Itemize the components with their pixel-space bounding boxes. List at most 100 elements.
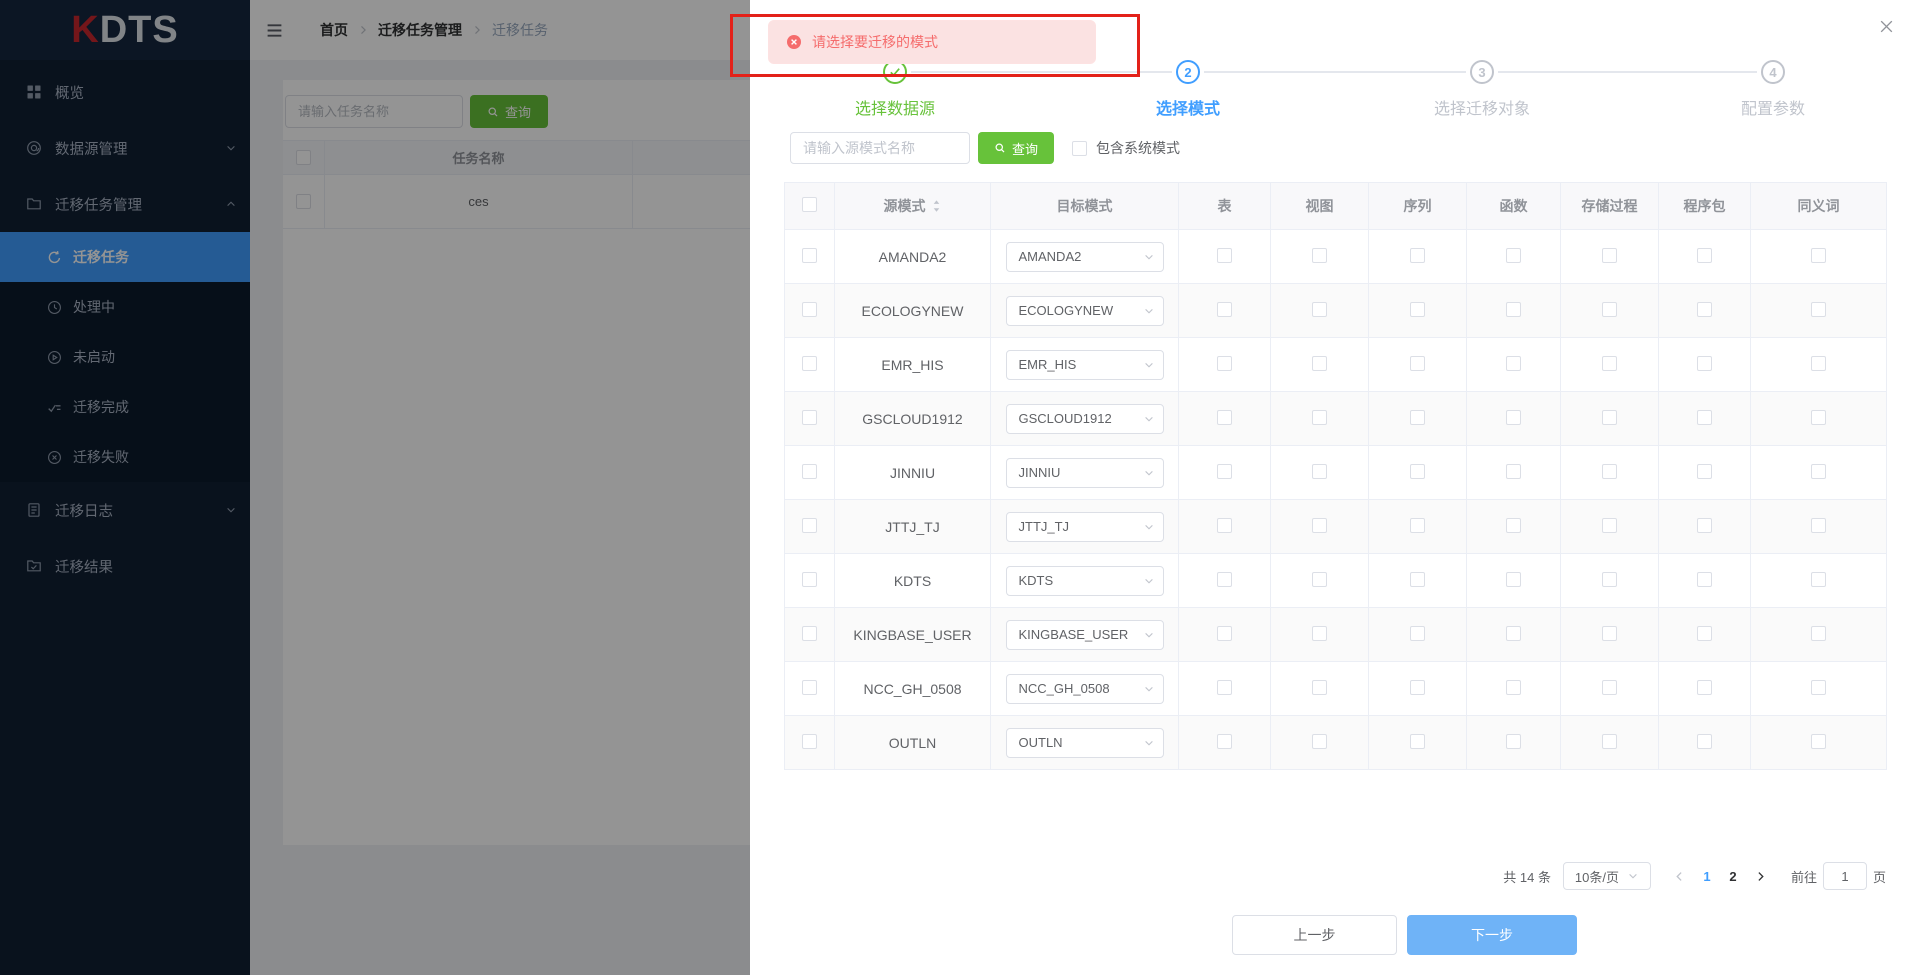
object-type-checkbox[interactable] xyxy=(1602,679,1617,695)
object-type-checkbox[interactable] xyxy=(1811,463,1826,479)
object-type-checkbox[interactable] xyxy=(1811,355,1826,371)
schema-col-header[interactable]: 源模式 xyxy=(834,182,991,230)
object-type-checkbox[interactable] xyxy=(1217,571,1232,587)
object-type-checkbox[interactable] xyxy=(1217,733,1232,749)
object-type-checkbox[interactable] xyxy=(1602,463,1617,479)
object-type-checkbox[interactable] xyxy=(1506,517,1521,533)
object-type-checkbox[interactable] xyxy=(1697,409,1712,425)
target-schema-select[interactable]: ECOLOGYNEW xyxy=(1005,295,1164,326)
object-type-checkbox[interactable] xyxy=(1506,733,1521,749)
object-type-checkbox[interactable] xyxy=(1602,625,1617,641)
object-type-checkbox[interactable] xyxy=(1811,301,1826,317)
object-type-checkbox[interactable] xyxy=(1312,625,1327,641)
target-schema-select[interactable]: AMANDA2 xyxy=(1005,241,1164,272)
schema-row-checkbox[interactable] xyxy=(802,355,817,371)
target-schema-select[interactable]: JINNIU xyxy=(1005,457,1164,488)
object-type-checkbox[interactable] xyxy=(1506,625,1521,641)
object-type-checkbox[interactable] xyxy=(1312,733,1327,749)
target-schema-select[interactable]: JTTJ_TJ xyxy=(1005,511,1164,542)
object-type-checkbox[interactable] xyxy=(1697,247,1712,263)
object-type-checkbox[interactable] xyxy=(1697,571,1712,587)
object-type-checkbox[interactable] xyxy=(1697,733,1712,749)
object-type-checkbox[interactable] xyxy=(1506,571,1521,587)
object-type-checkbox[interactable] xyxy=(1410,679,1425,695)
target-schema-select[interactable]: KINGBASE_USER xyxy=(1005,619,1164,650)
object-type-checkbox[interactable] xyxy=(1506,409,1521,425)
object-type-checkbox[interactable] xyxy=(1217,301,1232,317)
object-type-checkbox[interactable] xyxy=(1410,301,1425,317)
target-schema-select[interactable]: KDTS xyxy=(1005,565,1164,596)
object-type-checkbox[interactable] xyxy=(1506,355,1521,371)
object-type-checkbox[interactable] xyxy=(1217,409,1232,425)
object-type-checkbox[interactable] xyxy=(1312,463,1327,479)
goto-page-input[interactable] xyxy=(1822,862,1867,890)
schema-row-checkbox[interactable] xyxy=(802,409,817,425)
object-type-checkbox[interactable] xyxy=(1410,463,1425,479)
object-type-checkbox[interactable] xyxy=(1217,247,1232,263)
object-type-checkbox[interactable] xyxy=(1697,355,1712,371)
object-type-checkbox[interactable] xyxy=(1697,301,1712,317)
object-type-checkbox[interactable] xyxy=(1312,301,1327,317)
object-type-checkbox[interactable] xyxy=(1410,355,1425,371)
object-type-checkbox[interactable] xyxy=(1217,463,1232,479)
prev-page-button[interactable] xyxy=(1673,870,1686,883)
object-type-checkbox[interactable] xyxy=(1697,625,1712,641)
object-type-checkbox[interactable] xyxy=(1312,517,1327,533)
object-type-checkbox[interactable] xyxy=(1811,571,1826,587)
object-type-checkbox[interactable] xyxy=(1506,463,1521,479)
schema-row-checkbox[interactable] xyxy=(802,463,817,479)
object-type-checkbox[interactable] xyxy=(1602,301,1617,317)
select-all-schemas-checkbox[interactable] xyxy=(802,197,817,212)
object-type-checkbox[interactable] xyxy=(1602,355,1617,371)
schema-row-checkbox[interactable] xyxy=(802,679,817,695)
object-type-checkbox[interactable] xyxy=(1811,247,1826,263)
object-type-checkbox[interactable] xyxy=(1312,409,1327,425)
object-type-checkbox[interactable] xyxy=(1602,733,1617,749)
object-type-checkbox[interactable] xyxy=(1506,247,1521,263)
schema-row-checkbox[interactable] xyxy=(802,571,817,587)
object-type-checkbox[interactable] xyxy=(1811,409,1826,425)
next-page-button[interactable] xyxy=(1754,870,1767,883)
object-type-checkbox[interactable] xyxy=(1506,679,1521,695)
page-number-2[interactable]: 2 xyxy=(1720,869,1746,884)
target-schema-select[interactable]: EMR_HIS xyxy=(1005,349,1164,380)
object-type-checkbox[interactable] xyxy=(1811,679,1826,695)
prev-step-button[interactable]: 上一步 xyxy=(1232,915,1397,955)
target-schema-select[interactable]: GSCLOUD1912 xyxy=(1005,403,1164,434)
object-type-checkbox[interactable] xyxy=(1312,247,1327,263)
object-type-checkbox[interactable] xyxy=(1410,517,1425,533)
schema-row-checkbox[interactable] xyxy=(802,247,817,263)
page-size-select[interactable]: 10条/页 xyxy=(1562,862,1651,890)
object-type-checkbox[interactable] xyxy=(1410,733,1425,749)
object-type-checkbox[interactable] xyxy=(1217,625,1232,641)
object-type-checkbox[interactable] xyxy=(1602,247,1617,263)
target-schema-select[interactable]: OUTLN xyxy=(1005,727,1164,758)
page-number-1[interactable]: 1 xyxy=(1694,869,1720,884)
schema-search-button[interactable]: 查询 xyxy=(978,132,1054,164)
object-type-checkbox[interactable] xyxy=(1697,463,1712,479)
schema-row-checkbox[interactable] xyxy=(802,517,817,533)
include-system-schema-checkbox[interactable] xyxy=(1072,140,1087,156)
object-type-checkbox[interactable] xyxy=(1312,571,1327,587)
object-type-checkbox[interactable] xyxy=(1217,355,1232,371)
object-type-checkbox[interactable] xyxy=(1602,517,1617,533)
object-type-checkbox[interactable] xyxy=(1602,409,1617,425)
object-type-checkbox[interactable] xyxy=(1410,625,1425,641)
next-step-button[interactable]: 下一步 xyxy=(1407,915,1577,955)
object-type-checkbox[interactable] xyxy=(1410,409,1425,425)
object-type-checkbox[interactable] xyxy=(1697,679,1712,695)
object-type-checkbox[interactable] xyxy=(1312,679,1327,695)
schema-row-checkbox[interactable] xyxy=(802,733,817,749)
object-type-checkbox[interactable] xyxy=(1697,517,1712,533)
schema-search-input[interactable] xyxy=(790,132,970,164)
schema-row-checkbox[interactable] xyxy=(802,301,817,317)
schema-row-checkbox[interactable] xyxy=(802,625,817,641)
target-schema-select[interactable]: NCC_GH_0508 xyxy=(1005,673,1164,704)
object-type-checkbox[interactable] xyxy=(1410,571,1425,587)
object-type-checkbox[interactable] xyxy=(1217,679,1232,695)
object-type-checkbox[interactable] xyxy=(1811,733,1826,749)
object-type-checkbox[interactable] xyxy=(1312,355,1327,371)
object-type-checkbox[interactable] xyxy=(1506,301,1521,317)
object-type-checkbox[interactable] xyxy=(1410,247,1425,263)
object-type-checkbox[interactable] xyxy=(1217,517,1232,533)
